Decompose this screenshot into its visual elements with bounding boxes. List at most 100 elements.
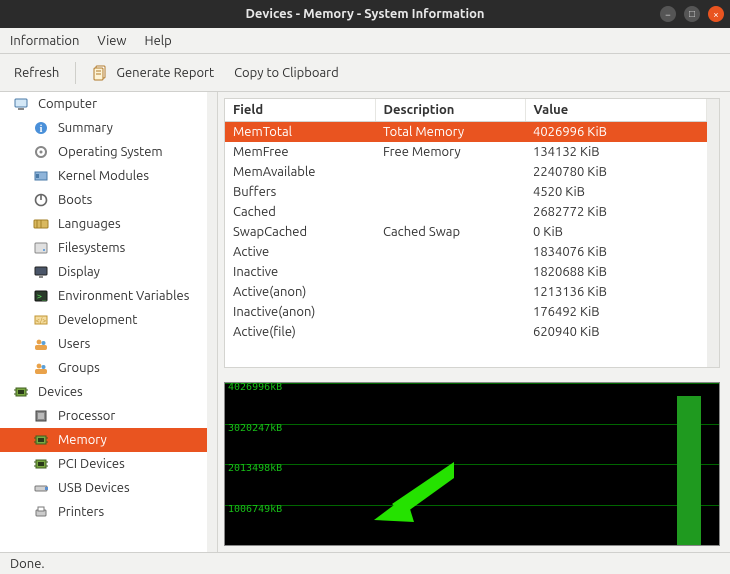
- header-value[interactable]: Value: [525, 99, 707, 122]
- header-field[interactable]: Field: [225, 99, 375, 122]
- sidebar-item-users[interactable]: Users: [0, 332, 217, 356]
- header-description[interactable]: Description: [375, 99, 525, 122]
- cell-value: 2682772 KiB: [525, 202, 707, 222]
- toolbar: Refresh Generate Report Copy to Clipboar…: [0, 54, 730, 92]
- sidebar-item-summary[interactable]: iSummary: [0, 116, 217, 140]
- generate-report-button[interactable]: Generate Report: [88, 61, 218, 85]
- sidebar-item-memory[interactable]: Memory: [0, 428, 217, 452]
- table-row[interactable]: MemFreeFree Memory134132 KiB: [225, 142, 707, 162]
- svg-text:i: i: [40, 124, 43, 135]
- table-row[interactable]: Inactive(anon)176492 KiB: [225, 302, 707, 322]
- copy-clipboard-label: Copy to Clipboard: [234, 66, 339, 80]
- table-row[interactable]: Active(anon)1213136 KiB: [225, 282, 707, 302]
- window-title: Devices - Memory - System Information: [245, 7, 484, 21]
- main-pane: ComputeriSummary Operating System Kernel M…: [0, 92, 730, 552]
- table-row[interactable]: SwapCachedCached Swap0 KiB: [225, 222, 707, 242]
- cell-description: [375, 322, 525, 342]
- cell-value: 0 KiB: [525, 222, 707, 242]
- cell-value: 134132 KiB: [525, 142, 707, 162]
- users-icon: [32, 360, 50, 376]
- refresh-button[interactable]: Refresh: [10, 62, 63, 84]
- status-bar: Done.: [0, 552, 730, 574]
- table-row[interactable]: Active1834076 KiB: [225, 242, 707, 262]
- cell-field: MemAvailable: [225, 162, 375, 182]
- table-row[interactable]: Active(file)620940 KiB: [225, 322, 707, 342]
- cell-description: Total Memory: [375, 122, 525, 143]
- sidebar-item-label: Memory: [58, 433, 107, 447]
- info-icon: i: [32, 120, 50, 136]
- report-icon: [92, 65, 110, 81]
- table-row[interactable]: MemTotalTotal Memory4026996 KiB: [225, 122, 707, 143]
- sidebar-item-env-vars[interactable]: >_Environment Variables: [0, 284, 217, 308]
- cell-description: [375, 202, 525, 222]
- chart-bar: [677, 396, 701, 545]
- sidebar-item-usb[interactable]: USB Devices: [0, 476, 217, 500]
- power-icon: [32, 192, 50, 208]
- memory-chart: 4026996kB 3020247kB 2013498kB 1006749kB: [224, 382, 720, 546]
- chart-gridline: [225, 424, 719, 425]
- sidebar-item-kernel-modules[interactable]: Kernel Modules: [0, 164, 217, 188]
- chart-gridlabel: 1006749kB: [228, 504, 282, 515]
- table-row[interactable]: Cached 2682772 KiB: [225, 202, 707, 222]
- chart-gridlabel: 3020247kB: [228, 423, 282, 434]
- close-button[interactable]: ×: [708, 6, 724, 22]
- sidebar-item-label: Operating System: [58, 145, 163, 159]
- sidebar-scrollbar[interactable]: [207, 92, 217, 552]
- maximize-button[interactable]: □: [684, 6, 700, 22]
- cell-value: 4026996 KiB: [525, 122, 707, 143]
- cell-value: 2240780 KiB: [525, 162, 707, 182]
- sidebar-group-devices[interactable]: Devices: [0, 380, 217, 404]
- chart-gridlabel: 2013498kB: [228, 463, 282, 474]
- table-row[interactable]: Inactive1820688 KiB: [225, 262, 707, 282]
- menu-help[interactable]: Help: [145, 34, 172, 48]
- table-row[interactable]: Buffers4520 KiB: [225, 182, 707, 202]
- cell-description: [375, 162, 525, 182]
- sidebar-item-os[interactable]: Operating System: [0, 140, 217, 164]
- window-titlebar: Devices - Memory - System Information − …: [0, 0, 730, 28]
- sidebar-item-groups[interactable]: Groups: [0, 356, 217, 380]
- cell-field: Cached: [225, 202, 375, 222]
- sidebar-item-label: Kernel Modules: [58, 169, 149, 183]
- status-text: Done.: [10, 557, 45, 571]
- terminal-icon: >_: [32, 288, 50, 304]
- sidebar-item-label: Boots: [58, 193, 92, 207]
- cell-field: Buffers: [225, 182, 375, 202]
- sidebar-item-processor[interactable]: Processor: [0, 404, 217, 428]
- display-icon: [32, 264, 50, 280]
- sidebar-item-boots[interactable]: Boots: [0, 188, 217, 212]
- sidebar-item-label: Display: [58, 265, 100, 279]
- sidebar-item-printers[interactable]: Printers: [0, 500, 217, 524]
- copy-clipboard-button[interactable]: Copy to Clipboard: [230, 62, 343, 84]
- generate-report-label: Generate Report: [116, 66, 214, 80]
- table-row[interactable]: MemAvailable 2240780 KiB: [225, 162, 707, 182]
- minimize-button[interactable]: −: [660, 6, 676, 22]
- chart-gridlabel: 4026996kB: [228, 382, 282, 393]
- cell-value: 176492 KiB: [525, 302, 707, 322]
- cell-description: [375, 262, 525, 282]
- menu-view[interactable]: View: [97, 34, 126, 48]
- cell-field: Active(anon): [225, 282, 375, 302]
- chart-gridline: [225, 505, 719, 506]
- cell-description: [375, 242, 525, 262]
- sidebar-item-filesystems[interactable]: Filesystems: [0, 236, 217, 260]
- sidebar-item-languages[interactable]: Languages: [0, 212, 217, 236]
- sidebar-item-label: Filesystems: [58, 241, 125, 255]
- menu-information[interactable]: Information: [10, 34, 79, 48]
- sidebar: ComputeriSummary Operating System Kernel M…: [0, 92, 218, 552]
- sidebar-item-label: Processor: [58, 409, 115, 423]
- sidebar-item-display[interactable]: Display: [0, 260, 217, 284]
- chip-icon: [32, 456, 50, 472]
- sidebar-item-development[interactable]: </>Development: [0, 308, 217, 332]
- cell-description: [375, 282, 525, 302]
- chip-icon: [12, 384, 30, 400]
- sidebar-item-label: Languages: [58, 217, 121, 231]
- cell-field: MemTotal: [225, 122, 375, 143]
- sidebar-group-computer[interactable]: Computer: [0, 92, 217, 116]
- refresh-label: Refresh: [14, 66, 59, 80]
- table-scrollbar[interactable]: [707, 99, 719, 367]
- sidebar-item-label: PCI Devices: [58, 457, 125, 471]
- usb-icon: [32, 480, 50, 496]
- chip-icon: [32, 432, 50, 448]
- cell-value: 1834076 KiB: [525, 242, 707, 262]
- sidebar-item-pci[interactable]: PCI Devices: [0, 452, 217, 476]
